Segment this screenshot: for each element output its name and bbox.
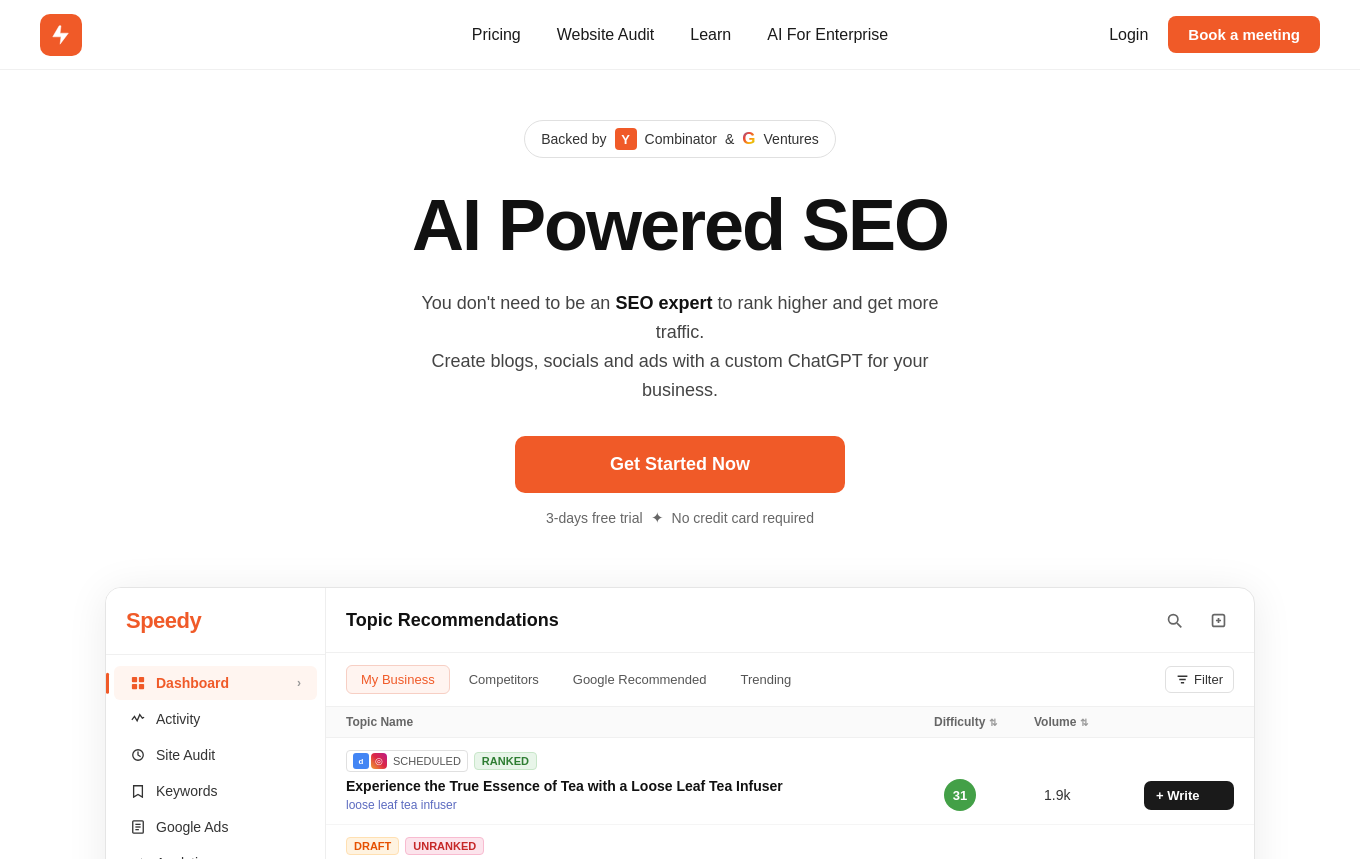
sidebar-item-activity[interactable]: Activity xyxy=(114,702,317,736)
scheduled-text-1: SCHEDULED xyxy=(393,755,461,767)
row-1-title: Experience the True Essence of Tea with … xyxy=(346,778,944,794)
sidebar-label-activity: Activity xyxy=(156,711,200,727)
tab-google-recommended[interactable]: Google Recommended xyxy=(558,665,722,694)
hero-note: 3-days free trial ✦ No credit card requi… xyxy=(546,509,814,527)
draft-badge-2: DRAFT xyxy=(346,837,399,855)
sidebar-logo: Speedy xyxy=(106,608,325,654)
subtitle-line2: Create blogs, socials and ads with a cus… xyxy=(432,351,929,400)
svg-rect-2 xyxy=(132,684,137,689)
tab-trending[interactable]: Trending xyxy=(725,665,806,694)
chevron-icon: › xyxy=(297,676,301,690)
search-button[interactable] xyxy=(1158,604,1190,636)
svg-rect-1 xyxy=(139,677,144,682)
sidebar: Speedy Dashboard › Activity Site Aud xyxy=(106,588,326,859)
sort-volume-icon: ⇅ xyxy=(1080,717,1088,728)
sidebar-item-keywords[interactable]: Keywords xyxy=(114,774,317,808)
svg-point-13 xyxy=(1168,614,1177,623)
svg-rect-3 xyxy=(139,684,144,689)
col-volume[interactable]: Volume ⇅ xyxy=(1034,715,1134,729)
nav-actions: Login Book a meeting xyxy=(1109,16,1320,53)
backed-by-badge: Backed by Y Combinator & G Ventures xyxy=(524,120,836,158)
trial-text: 3-days free trial xyxy=(546,510,642,526)
bookmark-icon xyxy=(130,783,146,799)
clock-icon xyxy=(130,747,146,763)
ig-icon: ◎ xyxy=(371,753,387,769)
nav-links: Pricing Website Audit Learn AI For Enter… xyxy=(472,26,888,44)
nav-pricing[interactable]: Pricing xyxy=(472,26,521,44)
svg-line-14 xyxy=(1177,623,1181,627)
grid-icon xyxy=(130,675,146,691)
nav-website-audit[interactable]: Website Audit xyxy=(557,26,655,44)
navigation: Pricing Website Audit Learn AI For Enter… xyxy=(0,0,1360,70)
sidebar-item-site-audit[interactable]: Site Audit xyxy=(114,738,317,772)
sidebar-divider xyxy=(106,654,325,655)
sidebar-item-google-ads[interactable]: Google Ads xyxy=(114,810,317,844)
get-started-button[interactable]: Get Started Now xyxy=(515,436,845,493)
col-difficulty[interactable]: Difficulty ⇅ xyxy=(934,715,1034,729)
login-link[interactable]: Login xyxy=(1109,26,1148,44)
sidebar-label-analytics: Analytics xyxy=(156,855,212,859)
sidebar-label-google-ads: Google Ads xyxy=(156,819,228,835)
combinator-text: Combinator xyxy=(645,131,717,147)
col-topic-name: Topic Name xyxy=(346,715,934,729)
sort-difficulty-icon: ⇅ xyxy=(989,717,997,728)
write-button-1[interactable]: + Write xyxy=(1144,781,1234,810)
header-actions xyxy=(1158,604,1234,636)
row-1-main: Experience the True Essence of Tea with … xyxy=(346,778,1234,812)
book-meeting-button[interactable]: Book a meeting xyxy=(1168,16,1320,53)
badge-and: & xyxy=(725,131,734,147)
export-button[interactable] xyxy=(1202,604,1234,636)
table-row: DRAFT UNRANKED Unlock the Flavors: Light… xyxy=(326,825,1254,859)
google-g: G xyxy=(742,129,755,149)
doc-icon xyxy=(130,819,146,835)
badge-backed-text: Backed by xyxy=(541,131,606,147)
nav-learn[interactable]: Learn xyxy=(690,26,731,44)
analytics-icon xyxy=(130,855,146,859)
ranked-badge-1: RANKED xyxy=(474,752,537,770)
filter-button[interactable]: Filter xyxy=(1165,666,1234,693)
nav-ai-enterprise[interactable]: AI For Enterprise xyxy=(767,26,888,44)
row-2-badges: DRAFT UNRANKED xyxy=(346,837,1234,855)
row-1-difficulty: 31 xyxy=(944,779,1044,811)
activity-icon xyxy=(130,711,146,727)
main-header: Topic Recommendations xyxy=(326,588,1254,653)
hero-section: Backed by Y Combinator & G Ventures AI P… xyxy=(0,70,1360,567)
subtitle-bold: SEO expert xyxy=(615,293,712,313)
table-row: d ◎ SCHEDULED RANKED Experience the True… xyxy=(326,738,1254,825)
diff-circle-1: 31 xyxy=(944,779,976,811)
doc-small-icon: d xyxy=(353,753,369,769)
row-1-volume: 1.9k xyxy=(1044,787,1144,803)
unranked-badge-2: UNRANKED xyxy=(405,837,484,855)
sidebar-item-dashboard[interactable]: Dashboard › xyxy=(114,666,317,700)
main-title: Topic Recommendations xyxy=(346,610,559,631)
spark-icon: ✦ xyxy=(651,509,664,527)
ventures-text: Ventures xyxy=(764,131,819,147)
scheduled-badge-1: d ◎ SCHEDULED xyxy=(346,750,468,772)
credit-text: No credit card required xyxy=(672,510,814,526)
hero-subtitle: You don't need to be an SEO expert to ra… xyxy=(400,289,960,404)
main-content: Topic Recommendations My Business Compet… xyxy=(326,588,1254,859)
row-1-keyword: loose leaf tea infuser xyxy=(346,798,944,812)
hero-title: AI Powered SEO xyxy=(412,186,948,265)
tabs: My Business Competitors Google Recommend… xyxy=(346,665,806,694)
filter-label: Filter xyxy=(1194,672,1223,687)
sidebar-label-keywords: Keywords xyxy=(156,783,217,799)
sidebar-label-site-audit: Site Audit xyxy=(156,747,215,763)
subtitle-part1: You don't need to be an xyxy=(421,293,615,313)
logo[interactable] xyxy=(40,14,82,56)
svg-rect-0 xyxy=(132,677,137,682)
yc-badge: Y xyxy=(615,128,637,150)
app-preview: Speedy Dashboard › Activity Site Aud xyxy=(105,587,1255,859)
tab-competitors[interactable]: Competitors xyxy=(454,665,554,694)
table-header: Topic Name Difficulty ⇅ Volume ⇅ xyxy=(326,707,1254,738)
row-1-badges: d ◎ SCHEDULED RANKED xyxy=(346,750,1234,772)
sidebar-label-dashboard: Dashboard xyxy=(156,675,229,691)
tab-my-business[interactable]: My Business xyxy=(346,665,450,694)
tabs-row: My Business Competitors Google Recommend… xyxy=(326,653,1254,707)
sidebar-item-analytics[interactable]: Analytics xyxy=(114,846,317,859)
